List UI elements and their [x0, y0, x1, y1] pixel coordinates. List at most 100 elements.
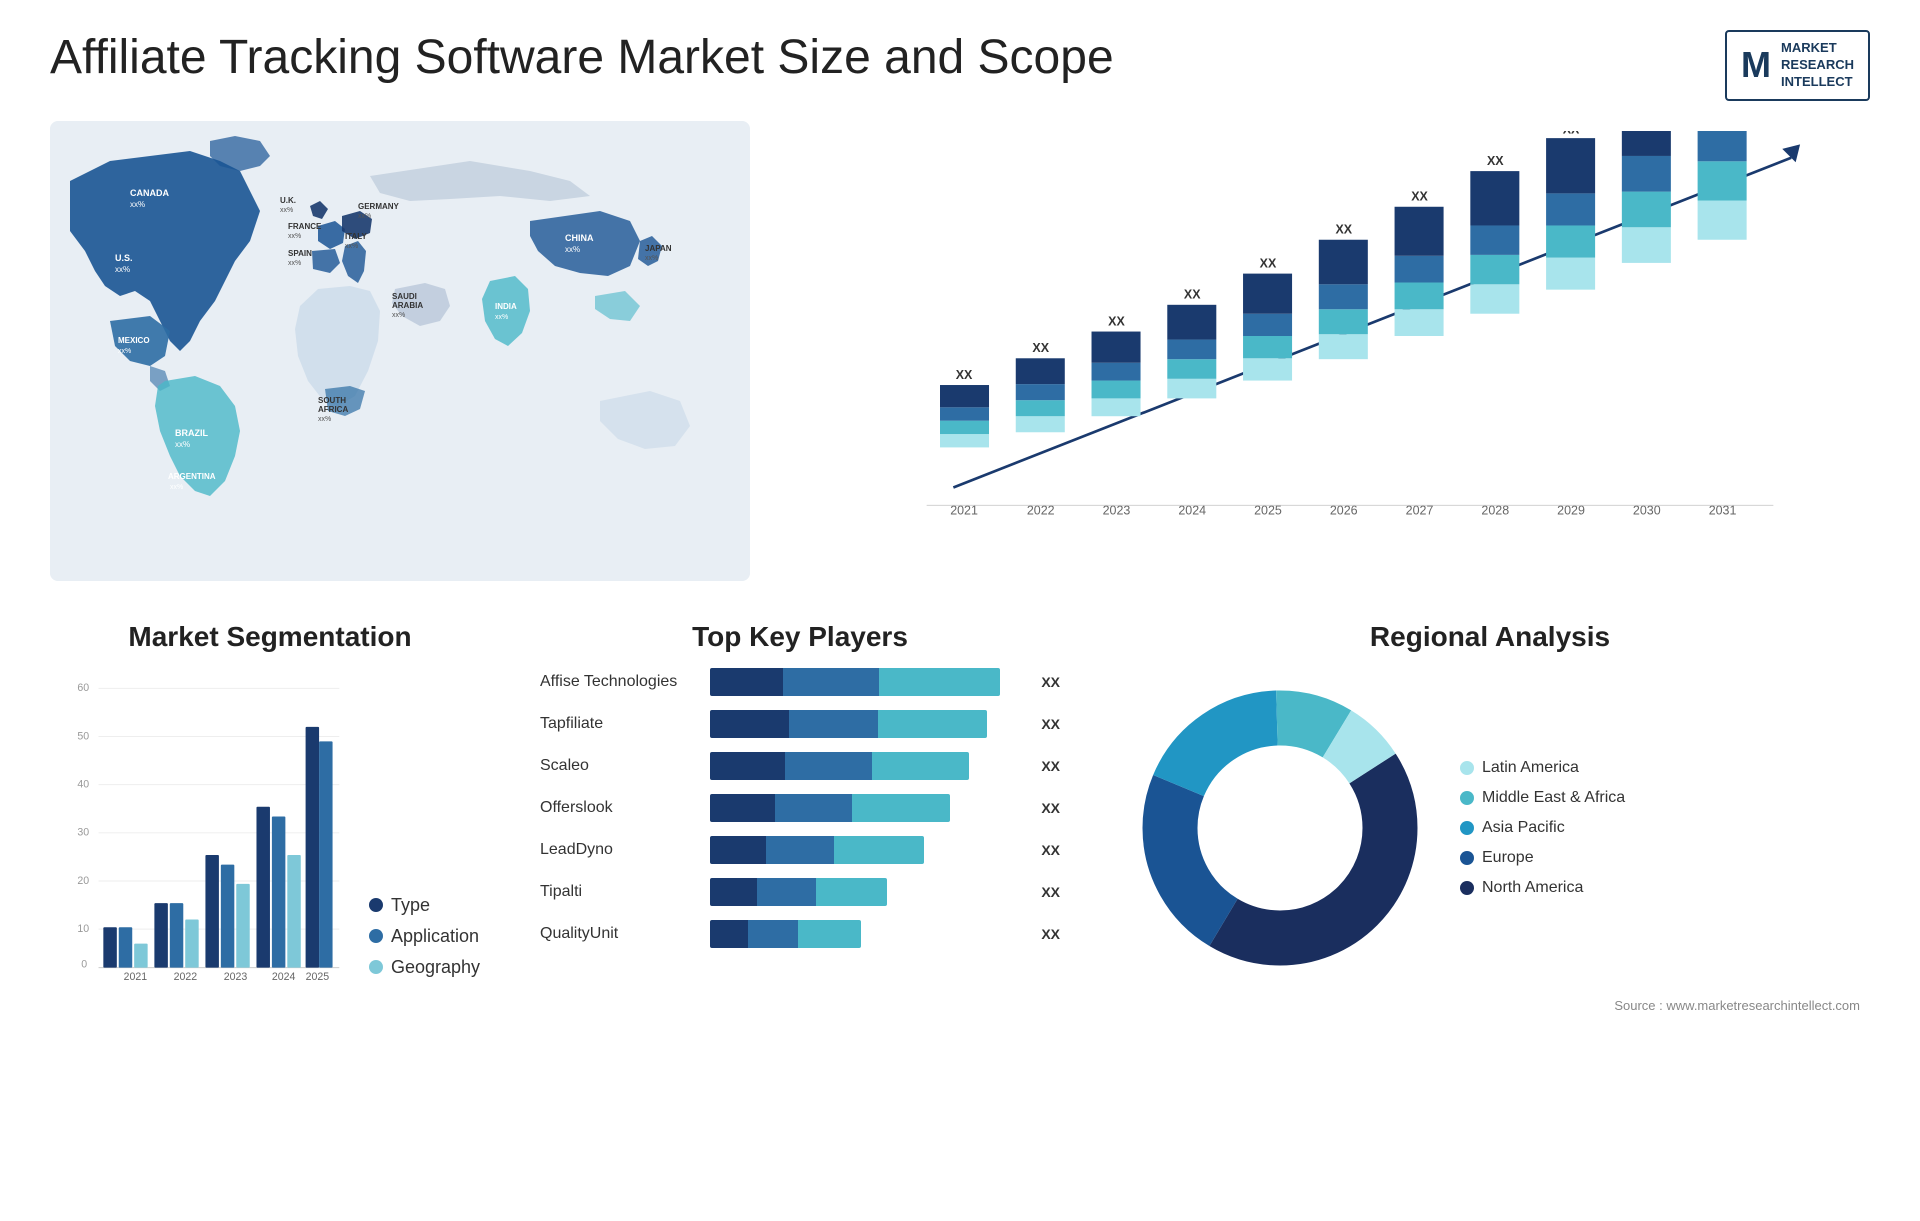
svg-text:50: 50	[77, 730, 89, 742]
top-section: CANADA xx% U.S. xx% MEXICO xx% BRAZIL xx…	[50, 121, 1870, 581]
player-bar-1	[710, 710, 1025, 738]
logo-letter: M	[1741, 44, 1771, 86]
svg-text:20: 20	[77, 875, 89, 887]
player-bar-seg3	[878, 710, 987, 738]
legend-type-dot	[369, 898, 383, 912]
svg-text:ARGENTINA: ARGENTINA	[168, 472, 216, 481]
svg-text:0: 0	[81, 958, 87, 970]
seg-chart-area: 60 50 40 30 20 10 0	[60, 668, 349, 988]
player-val-0: XX	[1041, 674, 1060, 690]
svg-text:2023: 2023	[224, 971, 248, 983]
svg-text:xx%: xx%	[288, 260, 301, 267]
svg-text:XX: XX	[1563, 131, 1580, 137]
player-bar-seg1	[710, 668, 783, 696]
player-bar-0	[710, 668, 1025, 696]
svg-text:XX: XX	[956, 367, 973, 381]
player-bar-seg2	[789, 710, 878, 738]
player-bar-2	[710, 752, 1025, 780]
player-bar-seg1	[710, 836, 766, 864]
svg-text:XX: XX	[1335, 222, 1352, 236]
donut-container: Latin America Middle East & Africa Asia …	[1120, 668, 1860, 988]
bottom-section: Market Segmentation 60 50 40 30 20 10 0	[50, 611, 1870, 1191]
player-bar-seg2	[783, 668, 880, 696]
player-row-1: Tapfiliate XX	[540, 710, 1060, 738]
header: Affiliate Tracking Software Market Size …	[50, 30, 1870, 101]
donut-svg	[1120, 668, 1440, 988]
bar-chart-container: XX 2021 XX 2022 XX 2023	[790, 121, 1870, 581]
legend-asia-dot	[1460, 821, 1474, 835]
seg-legend: Type Application Geography	[369, 885, 480, 988]
svg-text:xx%: xx%	[318, 416, 331, 423]
svg-text:xx%: xx%	[645, 255, 658, 262]
player-bar-seg2	[775, 794, 851, 822]
legend-mea-label: Middle East & Africa	[1482, 789, 1625, 807]
svg-text:10: 10	[77, 923, 89, 935]
legend-latin-america: Latin America	[1460, 759, 1625, 777]
player-bar-seg3	[834, 836, 924, 864]
legend-geography: Geography	[369, 957, 480, 978]
legend-type-label: Type	[391, 895, 430, 916]
svg-text:xx%: xx%	[170, 484, 183, 491]
player-bar-seg2	[748, 920, 798, 948]
player-val-1: XX	[1041, 716, 1060, 732]
segmentation-panel: Market Segmentation 60 50 40 30 20 10 0	[50, 611, 490, 1191]
svg-text:xx%: xx%	[280, 207, 293, 214]
legend-app-dot	[369, 929, 383, 943]
svg-text:INDIA: INDIA	[495, 302, 517, 311]
player-name-2: Scaleo	[540, 757, 700, 775]
donut-legend: Latin America Middle East & Africa Asia …	[1460, 759, 1625, 897]
player-val-4: XX	[1041, 842, 1060, 858]
svg-text:U.S.: U.S.	[115, 253, 133, 263]
player-row-2: Scaleo XX	[540, 752, 1060, 780]
svg-text:FRANCE: FRANCE	[288, 222, 322, 231]
svg-text:SAUDI: SAUDI	[392, 292, 417, 301]
map-svg: CANADA xx% U.S. xx% MEXICO xx% BRAZIL xx…	[50, 121, 750, 581]
legend-application: Application	[369, 926, 480, 947]
legend-type: Type	[369, 895, 480, 916]
source-text: Source : www.marketresearchintellect.com	[1120, 998, 1860, 1013]
player-bar-seg2	[757, 878, 816, 906]
legend-geo-dot	[369, 960, 383, 974]
svg-text:BRAZIL: BRAZIL	[175, 428, 208, 438]
svg-text:MEXICO: MEXICO	[118, 336, 150, 345]
player-val-3: XX	[1041, 800, 1060, 816]
player-name-5: Tipalti	[540, 883, 700, 901]
player-row-0: Affise Technologies XX	[540, 668, 1060, 696]
player-bar-seg3	[798, 920, 861, 948]
svg-text:40: 40	[77, 778, 89, 790]
player-bar-seg1	[710, 878, 757, 906]
legend-asia-pacific: Asia Pacific	[1460, 819, 1625, 837]
svg-text:xx%: xx%	[495, 314, 508, 321]
svg-text:JAPAN: JAPAN	[645, 244, 672, 253]
player-bar-seg1	[710, 920, 748, 948]
legend-asia-label: Asia Pacific	[1482, 819, 1565, 837]
svg-text:xx%: xx%	[392, 312, 405, 319]
svg-text:xx%: xx%	[288, 233, 301, 240]
player-name-0: Affise Technologies	[540, 673, 700, 691]
legend-europe: Europe	[1460, 849, 1625, 867]
svg-text:2024: 2024	[272, 971, 296, 983]
svg-text:XX: XX	[1487, 154, 1504, 168]
svg-text:AFRICA: AFRICA	[318, 405, 348, 414]
legend-na-label: North America	[1482, 879, 1583, 897]
player-row-5: Tipalti XX	[540, 878, 1060, 906]
player-bar-seg2	[766, 836, 834, 864]
svg-text:xx%: xx%	[130, 200, 145, 209]
logo: M MARKET RESEARCH INTELLECT	[1725, 30, 1870, 101]
player-bar-seg2	[785, 752, 871, 780]
svg-text:SPAIN: SPAIN	[288, 249, 312, 258]
svg-text:60: 60	[77, 682, 89, 694]
player-bar-seg1	[710, 794, 775, 822]
svg-text:xx%: xx%	[345, 243, 358, 250]
svg-text:SOUTH: SOUTH	[318, 396, 346, 405]
player-bar-seg3	[852, 794, 950, 822]
svg-text:CANADA: CANADA	[130, 188, 169, 198]
legend-app-label: Application	[391, 926, 479, 947]
svg-text:xx%: xx%	[115, 265, 130, 274]
player-row-3: Offerslook XX	[540, 794, 1060, 822]
legend-mea-dot	[1460, 791, 1474, 805]
svg-text:2025: 2025	[306, 971, 330, 983]
legend-latin-label: Latin America	[1482, 759, 1579, 777]
legend-geo-label: Geography	[391, 957, 480, 978]
legend-north-america: North America	[1460, 879, 1625, 897]
